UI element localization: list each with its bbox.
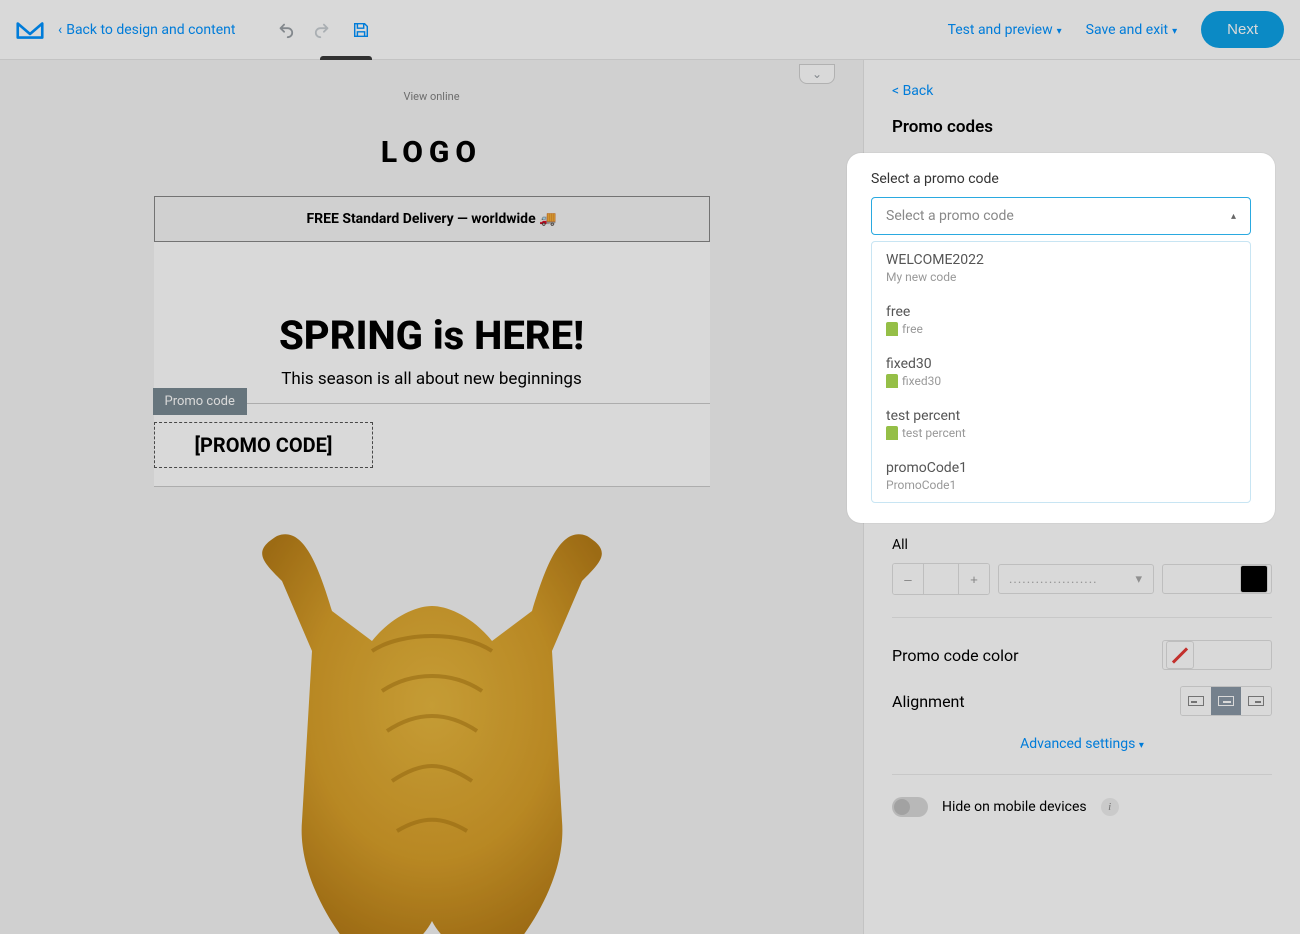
border-color-swatch[interactable] <box>1240 565 1268 593</box>
promo-code-block[interactable]: Promo code [PROMO CODE] <box>154 403 710 487</box>
alignment-group <box>1180 686 1272 716</box>
hide-mobile-label: Hide on mobile devices <box>942 799 1087 815</box>
caret-down-icon: ▾ <box>1172 26 1177 37</box>
option-sub: PromoCode1 <box>886 478 1236 492</box>
promo-code-select[interactable]: Select a promo code ▴ <box>871 197 1251 235</box>
option-title: promoCode1 <box>886 460 1236 476</box>
select-label: Select a promo code <box>871 171 1251 187</box>
all-label: All <box>892 537 1272 553</box>
shopify-icon <box>886 426 898 440</box>
sidebar-title: Promo codes <box>892 117 1272 137</box>
border-width-input[interactable] <box>923 564 959 594</box>
hero-title: SPRING is HERE! <box>154 312 710 359</box>
align-left-icon <box>1188 696 1204 706</box>
promo-select-panel: Select a promo code Select a promo code … <box>847 153 1275 523</box>
promo-color-swatch[interactable] <box>1166 641 1194 669</box>
collapse-handle[interactable]: ⌄ <box>799 64 835 84</box>
save-icon[interactable] <box>351 20 371 40</box>
divider <box>892 617 1272 618</box>
hide-mobile-row: Hide on mobile devices i <box>892 797 1272 817</box>
topbar-right: Test and preview▾ Save and exit▾ Next <box>948 11 1284 48</box>
promo-code-dropdown: WELCOME2022 My new code free free fixed3… <box>871 241 1251 503</box>
email-canvas[interactable]: View online LOGO FREE Standard Delivery … <box>154 84 710 934</box>
redo-icon[interactable] <box>313 20 333 40</box>
promo-color-row: Promo code color <box>892 640 1272 670</box>
option-sub: test percent <box>886 426 1236 440</box>
delivery-banner: FREE Standard Delivery — worldwide 🚚 <box>154 196 710 242</box>
undo-icon[interactable] <box>275 20 295 40</box>
chevron-left-icon: ‹ <box>58 22 62 38</box>
divider <box>892 774 1272 775</box>
align-right-icon <box>1248 696 1264 706</box>
chevron-down-icon: ⌄ <box>812 67 822 81</box>
option-sub: fixed30 <box>886 374 1236 388</box>
info-icon[interactable]: i <box>1101 798 1119 816</box>
align-left-button[interactable] <box>1181 687 1211 715</box>
sidebar-back-button[interactable]: < Back <box>892 83 933 99</box>
save-exit-menu[interactable]: Save and exit▾ <box>1086 22 1178 38</box>
back-label: Back to design and content <box>66 22 235 38</box>
logo-text: LOGO <box>154 113 710 196</box>
stepper-plus[interactable]: + <box>959 564 989 594</box>
option-title: fixed30 <box>886 356 1236 372</box>
shopify-icon <box>886 322 898 336</box>
advanced-settings-link[interactable]: Advanced settings ▾ <box>892 736 1272 752</box>
hide-mobile-toggle[interactable] <box>892 797 928 817</box>
promo-color-wrap <box>1162 640 1272 670</box>
shopify-icon <box>886 374 898 388</box>
dropdown-option[interactable]: promoCode1 PromoCode1 <box>872 450 1250 502</box>
border-width-stepper: – + <box>892 563 990 595</box>
editor-actions <box>275 20 371 40</box>
view-online-link[interactable]: View online <box>154 84 710 113</box>
caret-down-icon: ▾ <box>1139 740 1144 751</box>
promo-color-label: Promo code color <box>892 646 1019 665</box>
caret-down-icon: ▾ <box>1057 26 1062 37</box>
topbar: ‹ Back to design and content Test and pr… <box>0 0 1300 60</box>
hero-section: SPRING is HERE! This season is all about… <box>154 262 710 403</box>
promo-code-text: [PROMO CODE] <box>154 422 374 468</box>
align-center-button[interactable] <box>1211 687 1241 715</box>
option-title: WELCOME2022 <box>886 252 1236 268</box>
alignment-row: Alignment <box>892 686 1272 716</box>
next-button[interactable]: Next <box>1201 11 1284 48</box>
option-sub: free <box>886 322 1236 336</box>
hero-image <box>154 487 710 934</box>
alignment-label: Alignment <box>892 692 965 711</box>
caret-down-icon: ▾ <box>1135 572 1143 587</box>
canvas-area: ⌄ View online LOGO FREE Standard Deliver… <box>0 60 863 934</box>
test-preview-menu[interactable]: Test and preview▾ <box>948 22 1062 38</box>
border-style-select[interactable]: .................... ▾ <box>998 564 1154 594</box>
border-controls: – + .................... ▾ <box>892 563 1272 595</box>
dropdown-option[interactable]: free free <box>872 294 1250 346</box>
promo-tag: Promo code <box>153 388 247 415</box>
option-title: test percent <box>886 408 1236 424</box>
dropdown-option[interactable]: test percent test percent <box>872 398 1250 450</box>
dropdown-option[interactable]: WELCOME2022 My new code <box>872 242 1250 294</box>
caret-up-icon: ▴ <box>1231 211 1236 222</box>
dropdown-option[interactable]: fixed30 fixed30 <box>872 346 1250 398</box>
align-center-icon <box>1218 696 1234 706</box>
app-logo-icon <box>16 20 44 40</box>
select-placeholder: Select a promo code <box>886 208 1014 224</box>
stepper-minus[interactable]: – <box>893 564 923 594</box>
back-to-design-link[interactable]: ‹ Back to design and content <box>58 22 235 38</box>
align-right-button[interactable] <box>1241 687 1271 715</box>
option-title: free <box>886 304 1236 320</box>
option-sub: My new code <box>886 270 1236 284</box>
border-color-wrap <box>1162 564 1272 594</box>
sweater-illustration <box>222 521 642 934</box>
